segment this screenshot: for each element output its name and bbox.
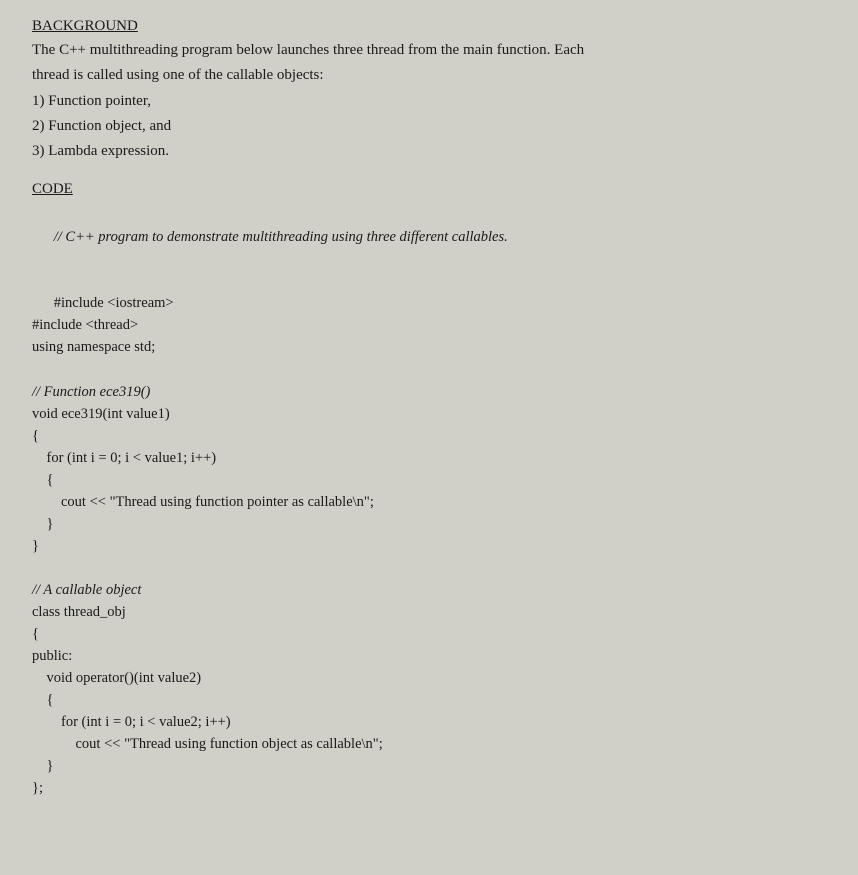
background-heading: BACKGROUND [32,18,138,35]
background-list-3: 3) Lambda expression. [32,140,826,163]
background-list-2: 2) Function object, and [32,115,826,138]
background-line-2: thread is called using one of the callab… [32,64,826,87]
page: BACKGROUND The C++ multithreading progra… [0,0,858,875]
background-line-1: The C++ multithreading program below lau… [32,39,826,62]
code-block: // C++ program to demonstrate multithrea… [32,204,826,821]
background-section: BACKGROUND The C++ multithreading progra… [32,18,826,163]
code-comment-intro: // C++ program to demonstrate multithrea… [54,229,508,245]
code-line-includes: #include <iostream> #include <thread> us… [32,295,383,796]
background-list-1: 1) Function pointer, [32,90,826,113]
code-heading: CODE [32,181,73,198]
code-section: CODE // C++ program to demonstrate multi… [32,181,826,821]
